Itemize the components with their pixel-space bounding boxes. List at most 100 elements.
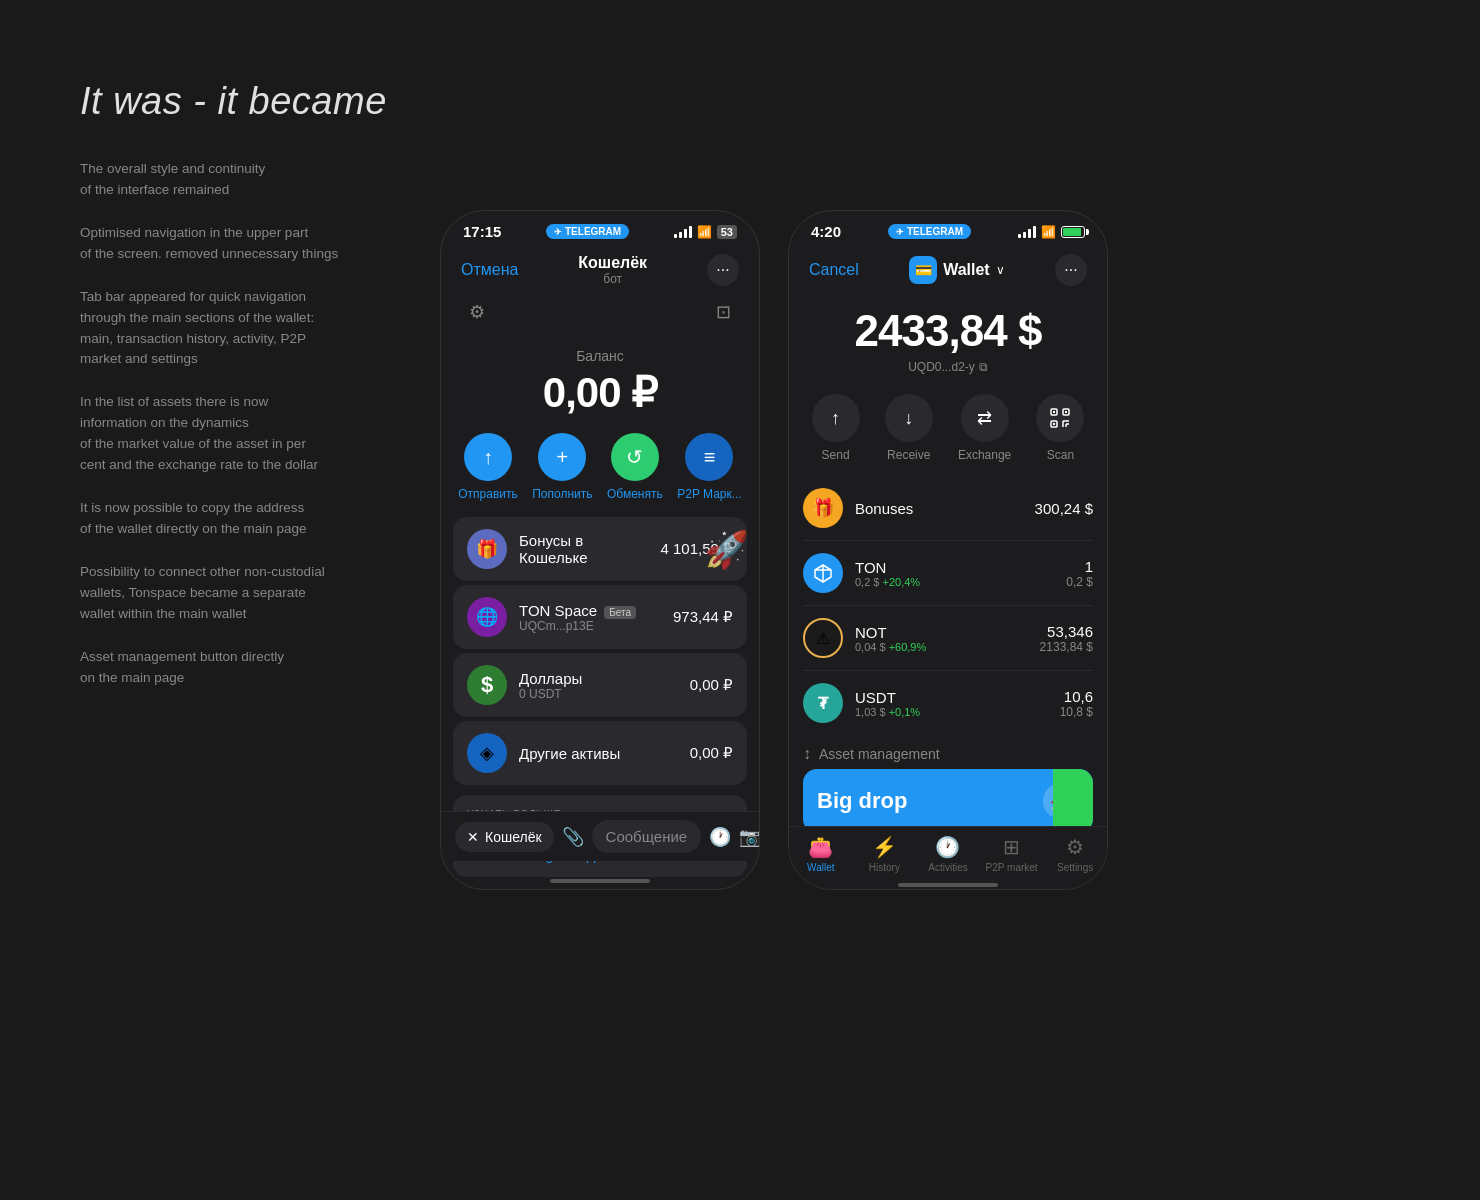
desc-text-4: In the list of assets there is nowinform…	[80, 392, 460, 476]
settings-row-old: ⚙ ⊡	[441, 292, 759, 340]
status-time-old: 17:15	[463, 223, 501, 240]
asset-icon-other: ◈	[467, 733, 507, 773]
wallet-address[interactable]: UQD0...d2-y ⧉	[789, 360, 1107, 374]
battery-percent: 53	[717, 225, 737, 239]
big-drop-text: Big drop	[817, 788, 907, 814]
wallet-title-nav[interactable]: 💳 Wallet ∨	[909, 256, 1005, 284]
p2p-tab-icon: ⊞	[1003, 835, 1020, 859]
message-input[interactable]: Сообщение	[592, 820, 702, 853]
clock-icon[interactable]: 🕐	[709, 826, 731, 848]
telegram-icon-new: ✈	[896, 227, 904, 237]
wifi-icon-new: 📶	[1041, 225, 1056, 239]
asset-item-ton-space[interactable]: 🌐 TON Space Бета UQCm...p13E 973,44 ₽	[453, 585, 747, 649]
asset-usd-not-new: 2133,84 $	[1040, 640, 1093, 654]
wallet-icon-nav: 💳	[909, 256, 937, 284]
action-send-old[interactable]: ↑ Отправить	[458, 433, 518, 501]
scan-icon-old[interactable]: ⊡	[707, 296, 739, 328]
home-indicator-old	[550, 879, 650, 883]
balance-amount-new: 2433,84 $	[789, 306, 1107, 356]
tab-settings[interactable]: ⚙ Settings	[1043, 835, 1107, 873]
asset-info-other: Другие активы	[519, 745, 678, 762]
nav-bar-new: Cancel 💳 Wallet ∨ ···	[789, 246, 1107, 292]
desc-7: Asset management button directlyon the m…	[80, 647, 460, 689]
wallet-tab-button[interactable]: ✕ Кошелёк	[455, 822, 554, 852]
camera-icon[interactable]: 📷	[739, 826, 760, 848]
action-receive-old[interactable]: + Пополнить	[532, 433, 592, 501]
asset-icon-bonuses-new: 🎁	[803, 488, 843, 528]
phone-old: 17:15 ✈ TELEGRAM 📶 53 Отмена	[440, 210, 760, 890]
more-button-new[interactable]: ···	[1055, 254, 1087, 286]
asset-item-bonuses[interactable]: 🎁 Бонусы в Кошельке 4 101,59 ₽	[453, 517, 747, 581]
cancel-button-old[interactable]: Отмена	[461, 261, 518, 279]
big-drop-badge	[1053, 769, 1093, 833]
asset-item-other[interactable]: ◈ Другие активы 0,00 ₽	[453, 721, 747, 785]
action-circle-receive: +	[538, 433, 586, 481]
chevron-down-icon: ∨	[996, 263, 1005, 277]
asset-management-label: Asset management	[819, 746, 940, 762]
settings-tab-label: Settings	[1057, 862, 1093, 873]
asset-item-not-new[interactable]: ⚠ NOT 0,04 $ +60,9% 53,346 2133,84 $	[803, 606, 1093, 671]
action-p2p-old[interactable]: ≡ P2P Марк...	[677, 433, 742, 501]
asset-name-bonuses: Бонусы в Кошельке	[519, 532, 648, 566]
action-circle-exchange-new: ⇄	[961, 394, 1009, 442]
asset-item-ton-new[interactable]: TON 0,2 $ +20,4% 1 0,2 $	[803, 541, 1093, 606]
bottom-input-bar: ✕ Кошелёк 📎 Сообщение 🕐 📷	[441, 811, 759, 861]
phone-new: 4:20 ✈ TELEGRAM 📶	[788, 210, 1108, 890]
attach-icon[interactable]: 📎	[562, 826, 584, 848]
svg-rect-3	[1053, 411, 1055, 413]
nav-title-main: Кошелёк	[578, 254, 647, 272]
cancel-button-new[interactable]: Cancel	[809, 261, 859, 279]
action-receive-new[interactable]: ↓ Receive	[885, 394, 933, 462]
asset-sub-ton-new: 0,2 $ +20,4%	[855, 576, 1054, 588]
asset-amount-dollars: 0,00 ₽	[690, 676, 733, 694]
page-title: It was - it became	[80, 80, 460, 123]
wallet-tab-label-new: Wallet	[807, 862, 834, 873]
phones-container: 17:15 ✈ TELEGRAM 📶 53 Отмена	[440, 210, 1108, 890]
asset-icon-ton-new	[803, 553, 843, 593]
tab-history[interactable]: ⚡ History	[853, 835, 917, 873]
tab-activities[interactable]: 🕐 Activities	[916, 835, 980, 873]
action-label-exchange: Обменять	[607, 487, 663, 501]
not-change: +60,9%	[889, 641, 927, 653]
asset-name-ton-new: TON	[855, 559, 1054, 576]
actions-row-new: ↑ Send ↓ Receive ⇄ Exchange	[789, 384, 1107, 476]
desc-text-5: It is now possible to copy the addressof…	[80, 498, 460, 540]
action-exchange-old[interactable]: ↺ Обменять	[607, 433, 663, 501]
tab-p2p-market[interactable]: ⊞ P2P market	[980, 835, 1044, 873]
asset-item-usdt-new[interactable]: ₮ USDT 1,03 $ +0,1% 10,6 10,8 $	[803, 671, 1093, 735]
more-button-old[interactable]: ···	[707, 254, 739, 286]
asset-item-bonuses-new[interactable]: 🎁 Bonuses 300,24 $	[803, 476, 1093, 541]
asset-item-dollars[interactable]: $ Доллары 0 USDT 0,00 ₽	[453, 653, 747, 717]
asset-info-not-new: NOT 0,04 $ +60,9%	[855, 624, 1028, 653]
wifi-icon-old: 📶	[697, 225, 712, 239]
action-exchange-new[interactable]: ⇄ Exchange	[958, 394, 1011, 462]
tab-wallet[interactable]: 👛 Wallet	[789, 835, 853, 873]
asset-right-usdt: 10,6 10,8 $	[1060, 688, 1093, 719]
asset-management-row[interactable]: ↕ Asset management	[789, 735, 1107, 773]
wallet-tab-label: Кошелёк	[485, 829, 542, 845]
action-circle-send: ↑	[464, 433, 512, 481]
telegram-badge-new: ✈ TELEGRAM	[888, 224, 971, 239]
asset-sub-dollars: 0 USDT	[519, 687, 678, 701]
asset-list-new: 🎁 Bonuses 300,24 $ TON	[789, 476, 1107, 735]
activities-tab-icon: 🕐	[935, 835, 960, 859]
status-time-new: 4:20	[811, 223, 841, 240]
action-scan-new[interactable]: Scan	[1036, 394, 1084, 462]
asset-name-not-new: NOT	[855, 624, 1028, 641]
status-icons-old: 📶 53	[674, 225, 737, 239]
asset-amount-other: 0,00 ₽	[690, 744, 733, 762]
home-indicator-new	[898, 883, 998, 887]
bar1-new	[1018, 234, 1021, 238]
asset-sub-usdt-new: 1,03 $ +0,1%	[855, 706, 1048, 718]
desc-text-7: Asset management button directlyon the m…	[80, 647, 460, 689]
desc-5: It is now possible to copy the addressof…	[80, 498, 460, 540]
desc-4: In the list of assets there is nowinform…	[80, 392, 460, 476]
action-send-new[interactable]: ↑ Send	[812, 394, 860, 462]
asset-sub-not-new: 0,04 $ +60,9%	[855, 641, 1028, 653]
big-drop-button[interactable]: Big drop 🚀	[803, 769, 1093, 833]
scan-icon-svg	[1050, 408, 1070, 428]
asset-info-ton-new: TON 0,2 $ +20,4%	[855, 559, 1054, 588]
settings-icon-old[interactable]: ⚙	[461, 296, 493, 328]
usdt-change: +0,1%	[889, 706, 921, 718]
ton-change: +20,4%	[883, 576, 921, 588]
